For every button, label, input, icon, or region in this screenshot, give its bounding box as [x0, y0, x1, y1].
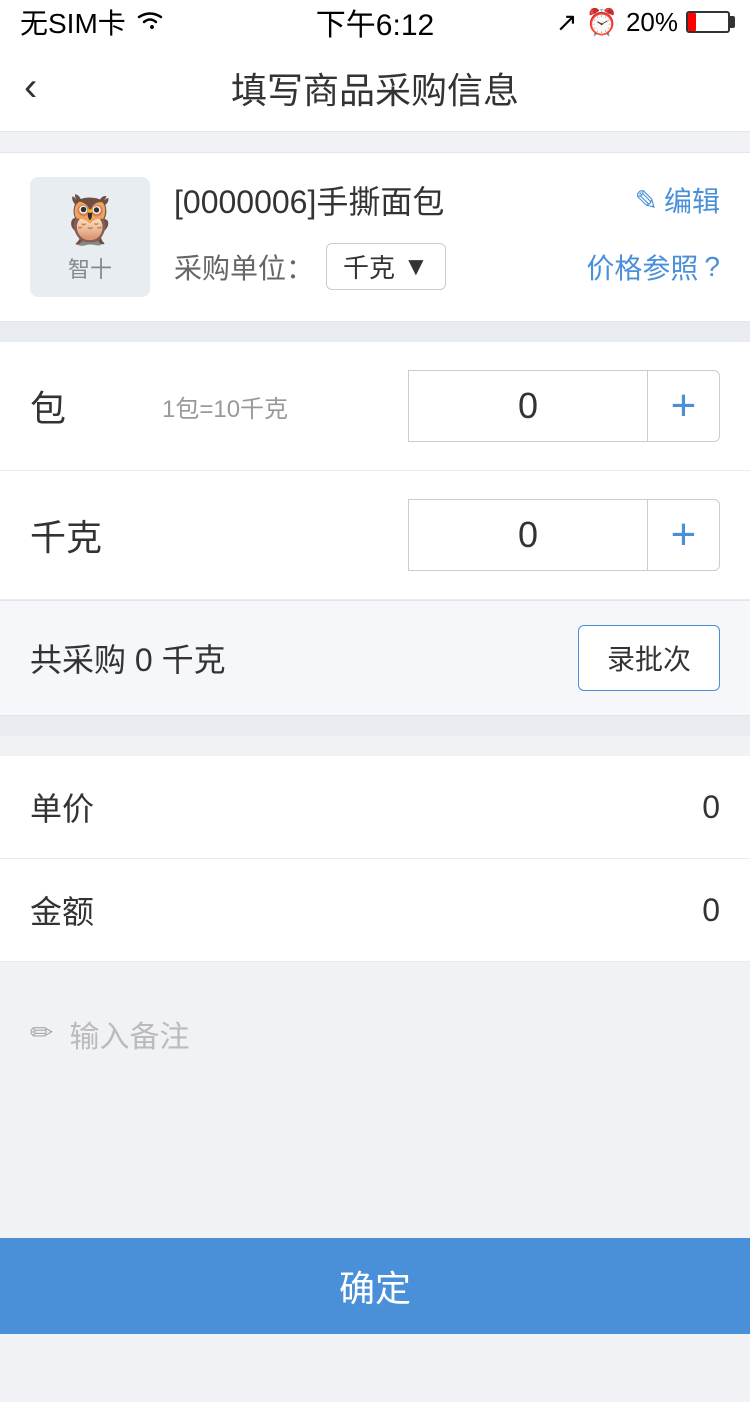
- logo-text: 智十: [68, 252, 112, 284]
- page-title: 填写商品采购信息: [231, 62, 519, 114]
- edit-label: 编辑: [664, 180, 720, 220]
- pencil-icon: ✏: [30, 1016, 53, 1049]
- alarm-icon: ⏰: [586, 7, 618, 38]
- quantity-plus-kg[interactable]: +: [648, 499, 720, 571]
- quantity-input-wrap-kg: +: [408, 499, 720, 571]
- status-bar-left: 无SIM卡: [20, 2, 164, 42]
- product-name-row: [0000006]手撕面包 ✎ 编辑: [174, 177, 720, 223]
- price-ref-button[interactable]: 价格参照 ?: [586, 247, 720, 287]
- quantity-row-kg: 千克 +: [0, 471, 750, 600]
- quantity-label-bao: 包: [30, 380, 150, 432]
- logo-owl-icon: 🦉: [60, 191, 120, 248]
- battery-percent: 20%: [626, 7, 678, 38]
- battery-icon: [686, 11, 730, 33]
- price-label-unit: 单价: [30, 784, 94, 830]
- back-button[interactable]: ‹: [24, 65, 37, 110]
- status-time: 下午6:12: [316, 0, 434, 44]
- nav-bar: ‹ 填写商品采购信息: [0, 44, 750, 132]
- unit-select[interactable]: 千克 ▼: [326, 243, 446, 290]
- product-logo: 🦉 智十: [30, 177, 150, 297]
- product-name: [0000006]手撕面包: [174, 177, 444, 223]
- price-value-unit: 0: [702, 789, 720, 826]
- price-label-amount: 金额: [30, 887, 94, 933]
- quantity-input-wrap-bao: +: [408, 370, 720, 442]
- confirm-button[interactable]: 确定: [0, 1238, 750, 1334]
- unit-value: 千克: [343, 248, 395, 285]
- price-row-amount: 金额 0: [0, 859, 750, 962]
- summary-row: 共采购 0 千克 录批次: [0, 600, 750, 716]
- quantity-row-bao: 包 1包=10千克 +: [0, 342, 750, 471]
- product-info: [0000006]手撕面包 ✎ 编辑 采购单位： 千克 ▼ 价格参照 ?: [174, 177, 720, 290]
- section-divider-2: [0, 716, 750, 736]
- quantity-input-kg[interactable]: [408, 499, 648, 571]
- section-divider-1: [0, 322, 750, 342]
- edit-button[interactable]: ✎ 编辑: [635, 180, 720, 220]
- unit-label: 采购单位：: [174, 247, 314, 287]
- content-wrap: 🦉 智十 [0000006]手撕面包 ✎ 编辑 采购单位： 千克 ▼: [0, 152, 750, 1402]
- unit-row: 采购单位： 千克 ▼: [174, 243, 446, 290]
- product-card: 🦉 智十 [0000006]手撕面包 ✎ 编辑 采购单位： 千克 ▼: [0, 152, 750, 322]
- help-icon: ?: [704, 251, 720, 283]
- status-bar-right: ↗ ⏰ 20%: [556, 7, 730, 38]
- quantity-label-kg: 千克: [30, 509, 150, 561]
- signal-text: 无SIM卡: [20, 2, 126, 42]
- note-placeholder: 输入备注: [69, 1012, 189, 1056]
- location-icon: ↗: [556, 7, 578, 38]
- price-ref-label: 价格参照: [586, 247, 698, 287]
- wifi-icon: [136, 6, 164, 38]
- dropdown-icon: ▼: [403, 251, 429, 282]
- product-meta-row: 采购单位： 千克 ▼ 价格参照 ?: [174, 243, 720, 290]
- quantity-sublabel-bao: 1包=10千克: [162, 389, 408, 424]
- batch-button[interactable]: 录批次: [578, 625, 720, 691]
- quantity-section: 包 1包=10千克 + 千克 +: [0, 342, 750, 600]
- status-bar: 无SIM卡 下午6:12 ↗ ⏰ 20%: [0, 0, 750, 44]
- price-value-amount: 0: [702, 892, 720, 929]
- edit-icon: ✎: [635, 184, 658, 217]
- summary-text: 共采购 0 千克: [30, 635, 226, 681]
- price-section: 单价 0 金额 0: [0, 756, 750, 962]
- quantity-input-bao[interactable]: [408, 370, 648, 442]
- quantity-plus-bao[interactable]: +: [648, 370, 720, 442]
- price-row-unit: 单价 0: [0, 756, 750, 859]
- confirm-label: 确定: [339, 1260, 411, 1312]
